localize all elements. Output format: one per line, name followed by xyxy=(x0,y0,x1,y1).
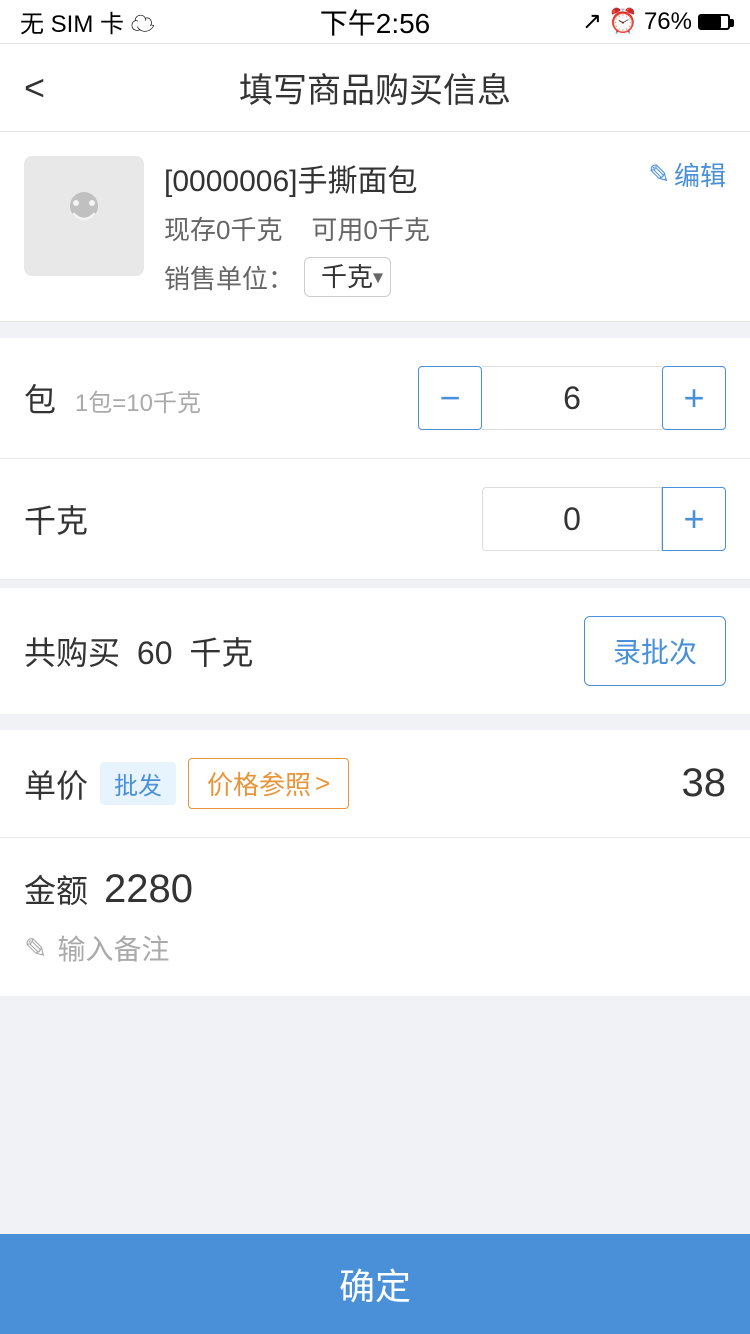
alarm-icon: ⏰ xyxy=(608,7,638,36)
note-row[interactable]: ✎ 输入备注 xyxy=(24,928,726,968)
price-value: 38 xyxy=(682,761,727,806)
location-icon: ↗ xyxy=(582,7,602,36)
page-title: 填写商品购买信息 xyxy=(239,63,511,112)
product-stock: 现存0千克 可用0千克 xyxy=(164,210,726,247)
increment-bao-button[interactable]: + xyxy=(662,366,726,430)
edit-icon: ✎ xyxy=(648,159,670,190)
quantity-input-bao[interactable] xyxy=(482,366,662,430)
quantity-row-bao: 包 1包=10千克 − + xyxy=(0,338,750,459)
price-reference-button[interactable]: 价格参照 > xyxy=(188,758,349,809)
amount-section: 金额 2280 ✎ 输入备注 xyxy=(0,837,750,996)
total-text: 共购买 60 千克 xyxy=(24,628,253,674)
quantity-section: 包 1包=10千克 − + 千克 + xyxy=(0,338,750,580)
product-logo-icon xyxy=(54,186,114,246)
decrement-bao-button[interactable]: − xyxy=(418,366,482,430)
amount-label: 金额 xyxy=(24,866,88,912)
quantity-control-bao: − + xyxy=(418,366,726,430)
product-section: [0000006]手撕面包 ✎ 编辑 现存0千克 可用0千克 销售单位： 千克 … xyxy=(0,132,750,322)
amount-row: 金额 2280 xyxy=(24,866,726,912)
price-label: 单价 xyxy=(24,761,88,807)
total-section: 共购买 60 千克 录批次 xyxy=(0,580,750,714)
unit-select[interactable]: 千克 包 xyxy=(304,257,391,297)
price-section: 单价 批发 价格参照 > 38 xyxy=(0,730,750,837)
battery-level: 76% xyxy=(644,8,692,36)
quantity-row-kg: 千克 + xyxy=(0,459,750,580)
quantity-control-kg: + xyxy=(482,487,726,551)
product-name: [0000006]手撕面包 xyxy=(164,156,417,200)
quantity-label-kg: 千克 xyxy=(24,496,482,542)
price-amount-container: 单价 批发 价格参照 > 38 金额 2280 ✎ 输入备注 xyxy=(0,730,750,996)
batch-button[interactable]: 录批次 xyxy=(584,616,726,686)
quantity-input-kg[interactable] xyxy=(482,487,662,551)
pencil-icon: ✎ xyxy=(24,932,47,965)
quantity-label-bao: 包 1包=10千克 xyxy=(24,375,418,421)
sim-status: 无 SIM 卡 ☁ xyxy=(20,4,155,39)
product-unit: 销售单位： 千克 包 xyxy=(164,257,726,297)
note-placeholder: 输入备注 xyxy=(57,928,169,968)
status-time: 下午2:56 xyxy=(320,2,431,42)
nav-bar: < 填写商品购买信息 xyxy=(0,44,750,132)
product-info: [0000006]手撕面包 ✎ 编辑 现存0千克 可用0千克 销售单位： 千克 … xyxy=(164,156,726,297)
confirm-button[interactable]: 确定 xyxy=(0,1234,750,1334)
increment-kg-button[interactable]: + xyxy=(662,487,726,551)
quantity-sublabel-bao: 1包=10千克 xyxy=(75,390,201,417)
status-left: 无 SIM 卡 ☁ xyxy=(20,4,155,39)
price-badge: 批发 xyxy=(100,762,176,805)
status-bar: 无 SIM 卡 ☁ 下午2:56 ↗ ⏰ 76% xyxy=(0,0,750,44)
battery-icon xyxy=(698,14,730,30)
unit-select-wrapper[interactable]: 千克 包 xyxy=(304,257,391,297)
content-spacer xyxy=(0,996,750,1196)
amount-value: 2280 xyxy=(104,867,193,912)
total-amount-value: 60 xyxy=(137,635,173,671)
product-image xyxy=(24,156,144,276)
back-button[interactable]: < xyxy=(24,67,45,109)
status-right: ↗ ⏰ 76% xyxy=(582,7,730,36)
edit-button[interactable]: ✎ 编辑 xyxy=(648,156,726,193)
